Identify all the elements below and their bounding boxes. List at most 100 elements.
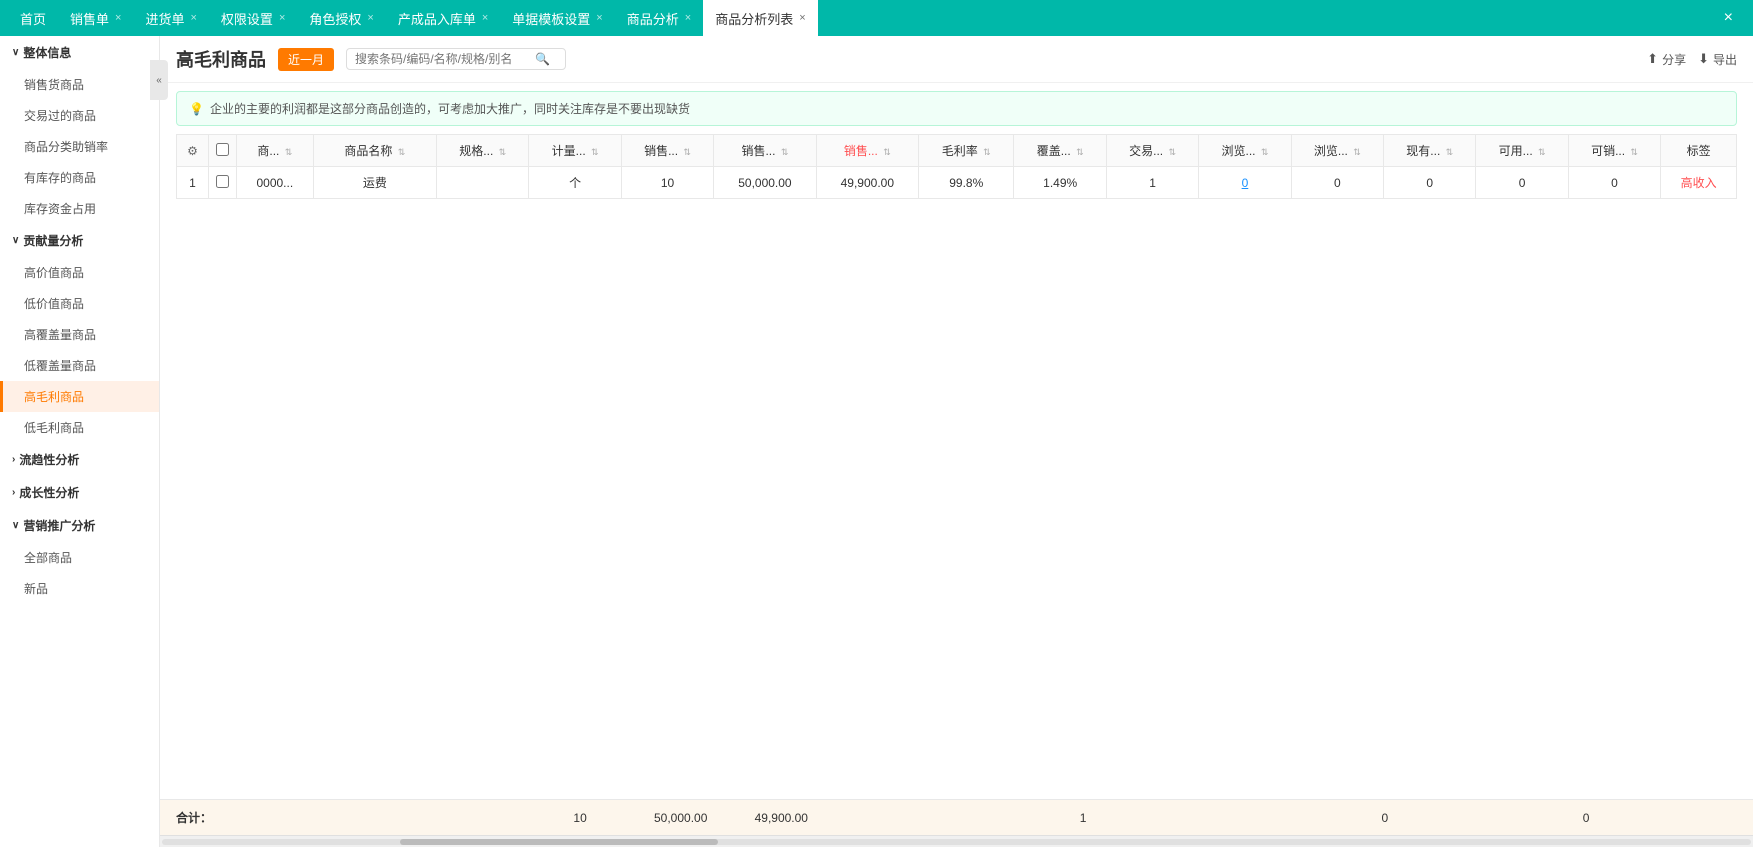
nav-item-purchase[interactable]: 进货单 × [133, 0, 208, 36]
share-button[interactable]: ⬆ 分享 [1647, 51, 1686, 68]
sidebar-item-stock-capital[interactable]: 库存资金占用 [0, 193, 159, 224]
row-checkbox-cell[interactable] [209, 167, 237, 199]
col-code[interactable]: 商... ⇅ [237, 135, 314, 167]
scrollbar-thumb[interactable] [400, 839, 718, 845]
col-settings[interactable]: ⚙ [177, 135, 209, 167]
nav-item-template[interactable]: 单据模板设置 × [500, 0, 614, 36]
settings-icon[interactable]: ⚙ [187, 144, 198, 158]
sidebar: ∨ 整体信息 销售货商品 交易过的商品 商品分类助销率 有库存的商品 库存资金占… [0, 36, 160, 847]
col-trade[interactable]: 交易... ⇅ [1106, 135, 1198, 167]
export-button[interactable]: ⬇ 导出 [1698, 51, 1737, 68]
sidebar-item-category-rate[interactable]: 商品分类助销率 [0, 131, 159, 162]
col-checkbox[interactable] [209, 135, 237, 167]
nav-close-stock-in[interactable]: × [482, 12, 488, 24]
col-gross-margin[interactable]: 毛利率 ⇅ [919, 135, 1014, 167]
table-row: 1 0000... 运费 个 10 50,000.00 49,900.00 99… [177, 167, 1737, 199]
footer-sales-amt: 50,000.00 [630, 811, 731, 825]
nav-item-sales[interactable]: 销售单 × [58, 0, 133, 36]
data-table: ⚙ 商... ⇅ 商品名称 ⇅ [176, 134, 1737, 199]
col-sales-qty[interactable]: 销售... ⇅ [621, 135, 713, 167]
row-stock-current: 0 [1384, 167, 1476, 199]
sidebar-item-high-margin[interactable]: 高毛利商品 [0, 381, 159, 412]
arrow-contribution: ∨ [12, 235, 19, 246]
col-coverage[interactable]: 覆盖... ⇅ [1014, 135, 1106, 167]
nav-item-permission[interactable]: 权限设置 × [209, 0, 297, 36]
nav-close-analysis[interactable]: × [685, 12, 691, 24]
scrollbar-track[interactable] [162, 839, 1751, 845]
sidebar-group-overall[interactable]: ∨ 整体信息 [0, 36, 159, 69]
col-unit[interactable]: 计量... ⇅ [529, 135, 621, 167]
nav-close-sales[interactable]: × [115, 12, 121, 24]
sidebar-group-growth[interactable]: › 成长性分析 [0, 476, 159, 509]
export-icon: ⬇ [1698, 51, 1709, 67]
nav-close-template[interactable]: × [596, 12, 602, 24]
nav-close-role[interactable]: × [367, 12, 373, 24]
row-index: 1 [177, 167, 209, 199]
sort-icon-browse1: ⇅ [1261, 147, 1269, 158]
arrow-growth: › [12, 487, 15, 498]
sidebar-group-marketing[interactable]: ∨ 营销推广分析 [0, 509, 159, 542]
banner-text: 企业的主要的利润都是这部分商品创造的，可考虑加大推广，同时关注库存是不要出现缺货 [210, 100, 690, 117]
col-stock-current[interactable]: 现有... ⇅ [1384, 135, 1476, 167]
sidebar-item-low-value[interactable]: 低价值商品 [0, 288, 159, 319]
sidebar-item-sales-goods[interactable]: 销售货商品 [0, 69, 159, 100]
horizontal-scrollbar[interactable] [160, 835, 1753, 847]
close-window-button[interactable]: × [1712, 9, 1745, 27]
sort-icon-stock-salable: ⇅ [1630, 147, 1638, 158]
col-sales-cost[interactable]: 销售... ⇅ [816, 135, 918, 167]
search-input[interactable] [355, 52, 535, 66]
nav-item-analysis-list[interactable]: 商品分析列表 × [703, 0, 817, 36]
col-name[interactable]: 商品名称 ⇅ [313, 135, 436, 167]
sort-icon-unit: ⇅ [591, 147, 599, 158]
nav-close-purchase[interactable]: × [190, 12, 196, 24]
sidebar-group-trend[interactable]: › 流趋性分析 [0, 443, 159, 476]
row-spec [437, 167, 529, 199]
nav-item-analysis[interactable]: 商品分析 × [615, 0, 703, 36]
sidebar-item-traded-goods[interactable]: 交易过的商品 [0, 100, 159, 131]
filter-recent-month-button[interactable]: 近一月 [278, 48, 334, 71]
sidebar-group-contribution[interactable]: ∨ 贡献量分析 [0, 224, 159, 257]
sidebar-collapse-button[interactable]: « [150, 60, 168, 100]
sidebar-item-low-coverage[interactable]: 低覆盖量商品 [0, 350, 159, 381]
row-unit: 个 [529, 167, 621, 199]
sort-icon-name: ⇅ [398, 147, 406, 158]
row-browse1[interactable]: 0 [1199, 167, 1291, 199]
row-stock-salable: 0 [1568, 167, 1660, 199]
search-icon[interactable]: 🔍 [535, 52, 550, 66]
nav-close-analysis-list[interactable]: × [799, 12, 805, 24]
col-tag[interactable]: 标签 [1661, 135, 1737, 167]
row-browse2: 0 [1291, 167, 1383, 199]
nav-item-stock-in[interactable]: 产成品入库单 × [386, 0, 500, 36]
col-stock-available[interactable]: 可用... ⇅ [1476, 135, 1568, 167]
col-stock-salable[interactable]: 可销... ⇅ [1568, 135, 1660, 167]
sidebar-item-low-margin[interactable]: 低毛利商品 [0, 412, 159, 443]
nav-item-home[interactable]: 首页 [8, 0, 58, 36]
sort-icon-gross-margin: ⇅ [983, 147, 991, 158]
col-browse1[interactable]: 浏览... ⇅ [1199, 135, 1291, 167]
select-all-checkbox[interactable] [216, 143, 229, 156]
footer-stock-current: 0 [1335, 811, 1436, 825]
sidebar-item-in-stock[interactable]: 有库存的商品 [0, 162, 159, 193]
col-sales-amt[interactable]: 销售... ⇅ [714, 135, 816, 167]
sort-icon-browse2: ⇅ [1353, 147, 1361, 158]
nav-close-permission[interactable]: × [279, 12, 285, 24]
row-sales-cost: 49,900.00 [816, 167, 918, 199]
table-wrapper[interactable]: ⚙ 商... ⇅ 商品名称 ⇅ [160, 134, 1753, 799]
sidebar-item-new-goods[interactable]: 新品 [0, 573, 159, 604]
sort-icon-trade: ⇅ [1168, 147, 1176, 158]
col-spec[interactable]: 规格... ⇅ [437, 135, 529, 167]
search-box[interactable]: 🔍 [346, 48, 566, 70]
sidebar-item-high-value[interactable]: 高价值商品 [0, 257, 159, 288]
content-area: 高毛利商品 近一月 🔍 ⬆ 分享 ⬇ 导出 💡 企业的主要的利润都是这部分商品创… [160, 36, 1753, 847]
sort-icon-sales-cost: ⇅ [883, 147, 891, 158]
banner-icon: 💡 [189, 102, 204, 116]
sidebar-item-all-goods[interactable]: 全部商品 [0, 542, 159, 573]
col-browse2[interactable]: 浏览... ⇅ [1291, 135, 1383, 167]
row-gross-margin: 99.8% [919, 167, 1014, 199]
row-checkbox[interactable] [216, 175, 229, 188]
content-header: 高毛利商品 近一月 🔍 ⬆ 分享 ⬇ 导出 [160, 36, 1753, 83]
arrow-marketing: ∨ [12, 520, 19, 531]
sidebar-item-high-coverage[interactable]: 高覆盖量商品 [0, 319, 159, 350]
footer-sales-qty: 10 [530, 811, 631, 825]
nav-item-role[interactable]: 角色授权 × [297, 0, 385, 36]
